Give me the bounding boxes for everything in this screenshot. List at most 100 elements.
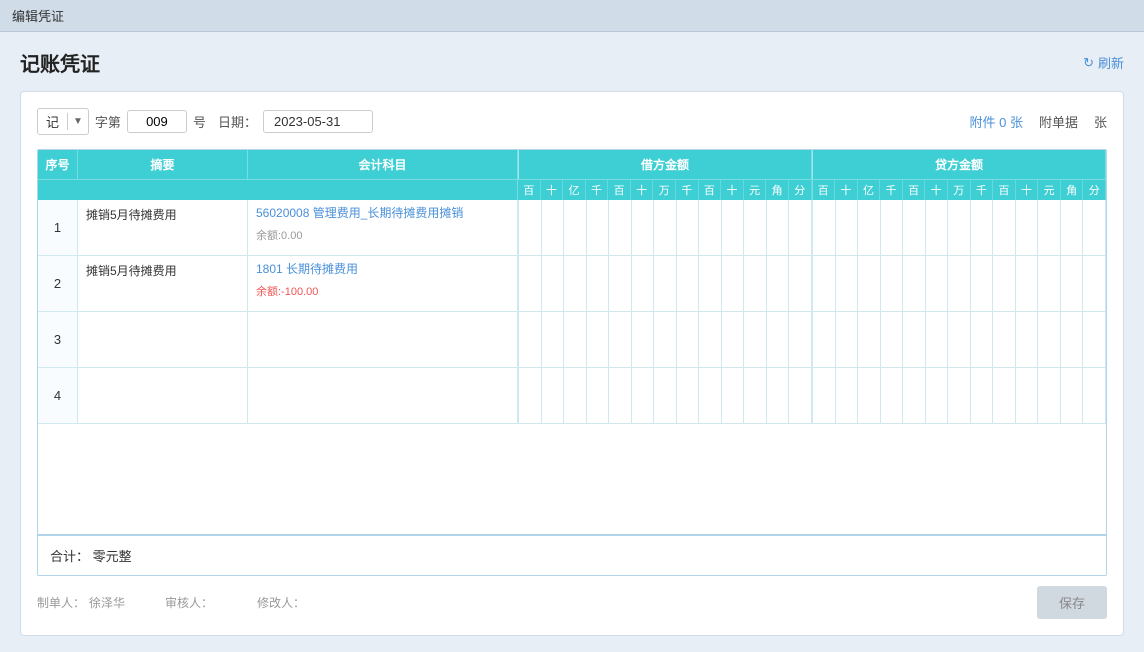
- creator-value: 徐泽华: [89, 594, 125, 611]
- fudanju-label[interactable]: 附单据: [1039, 112, 1078, 131]
- credit-digit-2: 十: [835, 180, 858, 200]
- reviewer-item: 审核人：: [165, 594, 217, 611]
- refresh-button[interactable]: ↻ 刷新: [1083, 53, 1124, 72]
- creator-label: 制单人：: [37, 594, 85, 611]
- reviewer-label: 审核人：: [165, 594, 213, 611]
- th-sub-spacer: [38, 180, 518, 200]
- date-input[interactable]: [263, 110, 373, 133]
- row2-debit-cells: [518, 256, 812, 311]
- row3-summary[interactable]: [78, 312, 248, 367]
- debit-digit-5: 百: [608, 180, 631, 200]
- voucher-type-group: 记 ▼ 字第 号: [37, 108, 206, 135]
- modifier-item: 修改人：: [257, 594, 309, 611]
- row1-credit-cells: [812, 200, 1106, 255]
- credit-digit-1: 百: [813, 180, 836, 200]
- window: 编辑凭证 记账凭证 ↻ 刷新 记 ▼ 字第 号: [0, 0, 1144, 652]
- credit-digit-8: 千: [971, 180, 994, 200]
- refresh-label: 刷新: [1098, 53, 1124, 72]
- zhang-label: 张: [1094, 112, 1107, 131]
- total-label: 合计：: [50, 549, 89, 564]
- row4-seq: 4: [38, 368, 78, 423]
- debit-digit-11: 元: [744, 180, 767, 200]
- page-header: 记账凭证 ↻ 刷新: [20, 48, 1124, 77]
- table-row[interactable]: 2 摊销5月待摊费用 1801 长期待摊费用 余额:-100.00: [38, 256, 1106, 312]
- row3-credit-cells: [812, 312, 1106, 367]
- refresh-icon: ↻: [1083, 55, 1094, 71]
- table-header: 序号 摘要 会计科目 借方金额 贷方金额 百 十 亿 千 百: [38, 150, 1106, 200]
- credit-digit-10: 十: [1016, 180, 1039, 200]
- window-title: 编辑凭证: [12, 9, 64, 24]
- row3-account[interactable]: [248, 312, 518, 367]
- total-row: 合计： 零元整: [50, 546, 1094, 565]
- row1-summary[interactable]: 摊销5月待摊费用: [78, 200, 248, 255]
- footer-info: 制单人： 徐泽华 审核人： 修改人： 保存: [37, 576, 1107, 619]
- row4-account[interactable]: [248, 368, 518, 423]
- debit-digit-2: 十: [541, 180, 564, 200]
- title-bar: 编辑凭证: [0, 0, 1144, 32]
- debit-digit-1: 百: [518, 180, 541, 200]
- row1-account[interactable]: 56020008 管理费用_长期待摊费用摊销 余额:0.00: [248, 200, 518, 255]
- voucher-table: 序号 摘要 会计科目 借方金额 贷方金额 百 十 亿 千 百: [37, 149, 1107, 576]
- hao-label: 号: [193, 112, 206, 131]
- voucher-type-button[interactable]: 记 ▼: [37, 108, 89, 135]
- attachment-link[interactable]: 附件 0 张: [970, 112, 1023, 131]
- row2-seq: 2: [38, 256, 78, 311]
- th-seq: 序号: [38, 150, 78, 179]
- row1-debit-cells: [518, 200, 812, 255]
- credit-digit-12: 角: [1061, 180, 1084, 200]
- debit-digit-4: 千: [586, 180, 609, 200]
- credit-digit-7: 万: [948, 180, 971, 200]
- credit-digit-5: 百: [903, 180, 926, 200]
- debit-digit-7: 万: [653, 180, 676, 200]
- voucher-number-input[interactable]: [127, 110, 187, 133]
- date-group: 日期：: [218, 110, 373, 133]
- table-row[interactable]: 1 摊销5月待摊费用 56020008 管理费用_长期待摊费用摊销 余额:0.0…: [38, 200, 1106, 256]
- table-body: 1 摊销5月待摊费用 56020008 管理费用_长期待摊费用摊销 余额:0.0…: [38, 200, 1106, 534]
- credit-digit-3: 亿: [858, 180, 881, 200]
- creator-item: 制单人： 徐泽华: [37, 594, 125, 611]
- date-label: 日期：: [218, 112, 257, 131]
- row2-credit-cells: [812, 256, 1106, 311]
- debit-digit-3: 亿: [563, 180, 586, 200]
- table-header-row2: 百 十 亿 千 百 十 万 千 百 十 元 角 分: [38, 179, 1106, 200]
- table-row[interactable]: 4: [38, 368, 1106, 424]
- row4-debit-cells: [518, 368, 812, 423]
- table-row[interactable]: 3: [38, 312, 1106, 368]
- row2-summary[interactable]: 摊销5月待摊费用: [78, 256, 248, 311]
- debit-digit-10: 十: [721, 180, 744, 200]
- debit-digit-13: 分: [789, 180, 812, 200]
- content-area: 记账凭证 ↻ 刷新 记 ▼ 字第 号 日期：: [0, 32, 1144, 652]
- main-card: 记 ▼ 字第 号 日期： 附件 0 张 附单据 张: [20, 91, 1124, 636]
- th-credit: 贷方金额: [812, 150, 1106, 179]
- th-summary: 摘要: [78, 150, 248, 179]
- modifier-label: 修改人：: [257, 594, 305, 611]
- credit-digit-9: 百: [993, 180, 1016, 200]
- row1-account-code: 56020008 管理费用_长期待摊费用摊销: [256, 204, 509, 221]
- voucher-type-text: 记: [38, 109, 67, 134]
- debit-digit-8: 千: [676, 180, 699, 200]
- row3-debit-cells: [518, 312, 812, 367]
- debit-digit-9: 百: [699, 180, 722, 200]
- row2-account-code: 1801 长期待摊费用: [256, 260, 509, 277]
- row4-credit-cells: [812, 368, 1106, 423]
- th-debit: 借方金额: [518, 150, 812, 179]
- row2-account[interactable]: 1801 长期待摊费用 余额:-100.00: [248, 256, 518, 311]
- row2-balance: 余额:-100.00: [256, 283, 509, 299]
- credit-digit-13: 分: [1083, 180, 1106, 200]
- zi-label: 字第: [95, 112, 121, 131]
- row3-seq: 3: [38, 312, 78, 367]
- table-footer: 合计： 零元整: [38, 534, 1106, 575]
- page-title: 记账凭证: [20, 48, 100, 77]
- right-controls: 附件 0 张 附单据 张: [970, 112, 1108, 131]
- credit-digit-6: 十: [925, 180, 948, 200]
- th-sub-credit: 百 十 亿 千 百 十 万 千 百 十 元 角 分: [812, 180, 1107, 200]
- row4-summary[interactable]: [78, 368, 248, 423]
- th-account: 会计科目: [248, 150, 518, 179]
- save-button[interactable]: 保存: [1037, 586, 1107, 619]
- credit-digit-11: 元: [1038, 180, 1061, 200]
- debit-digit-6: 十: [631, 180, 654, 200]
- debit-digit-12: 角: [766, 180, 789, 200]
- row1-seq: 1: [38, 200, 78, 255]
- th-sub-debit: 百 十 亿 千 百 十 万 千 百 十 元 角 分: [518, 180, 812, 200]
- table-header-row1: 序号 摘要 会计科目 借方金额 贷方金额: [38, 150, 1106, 179]
